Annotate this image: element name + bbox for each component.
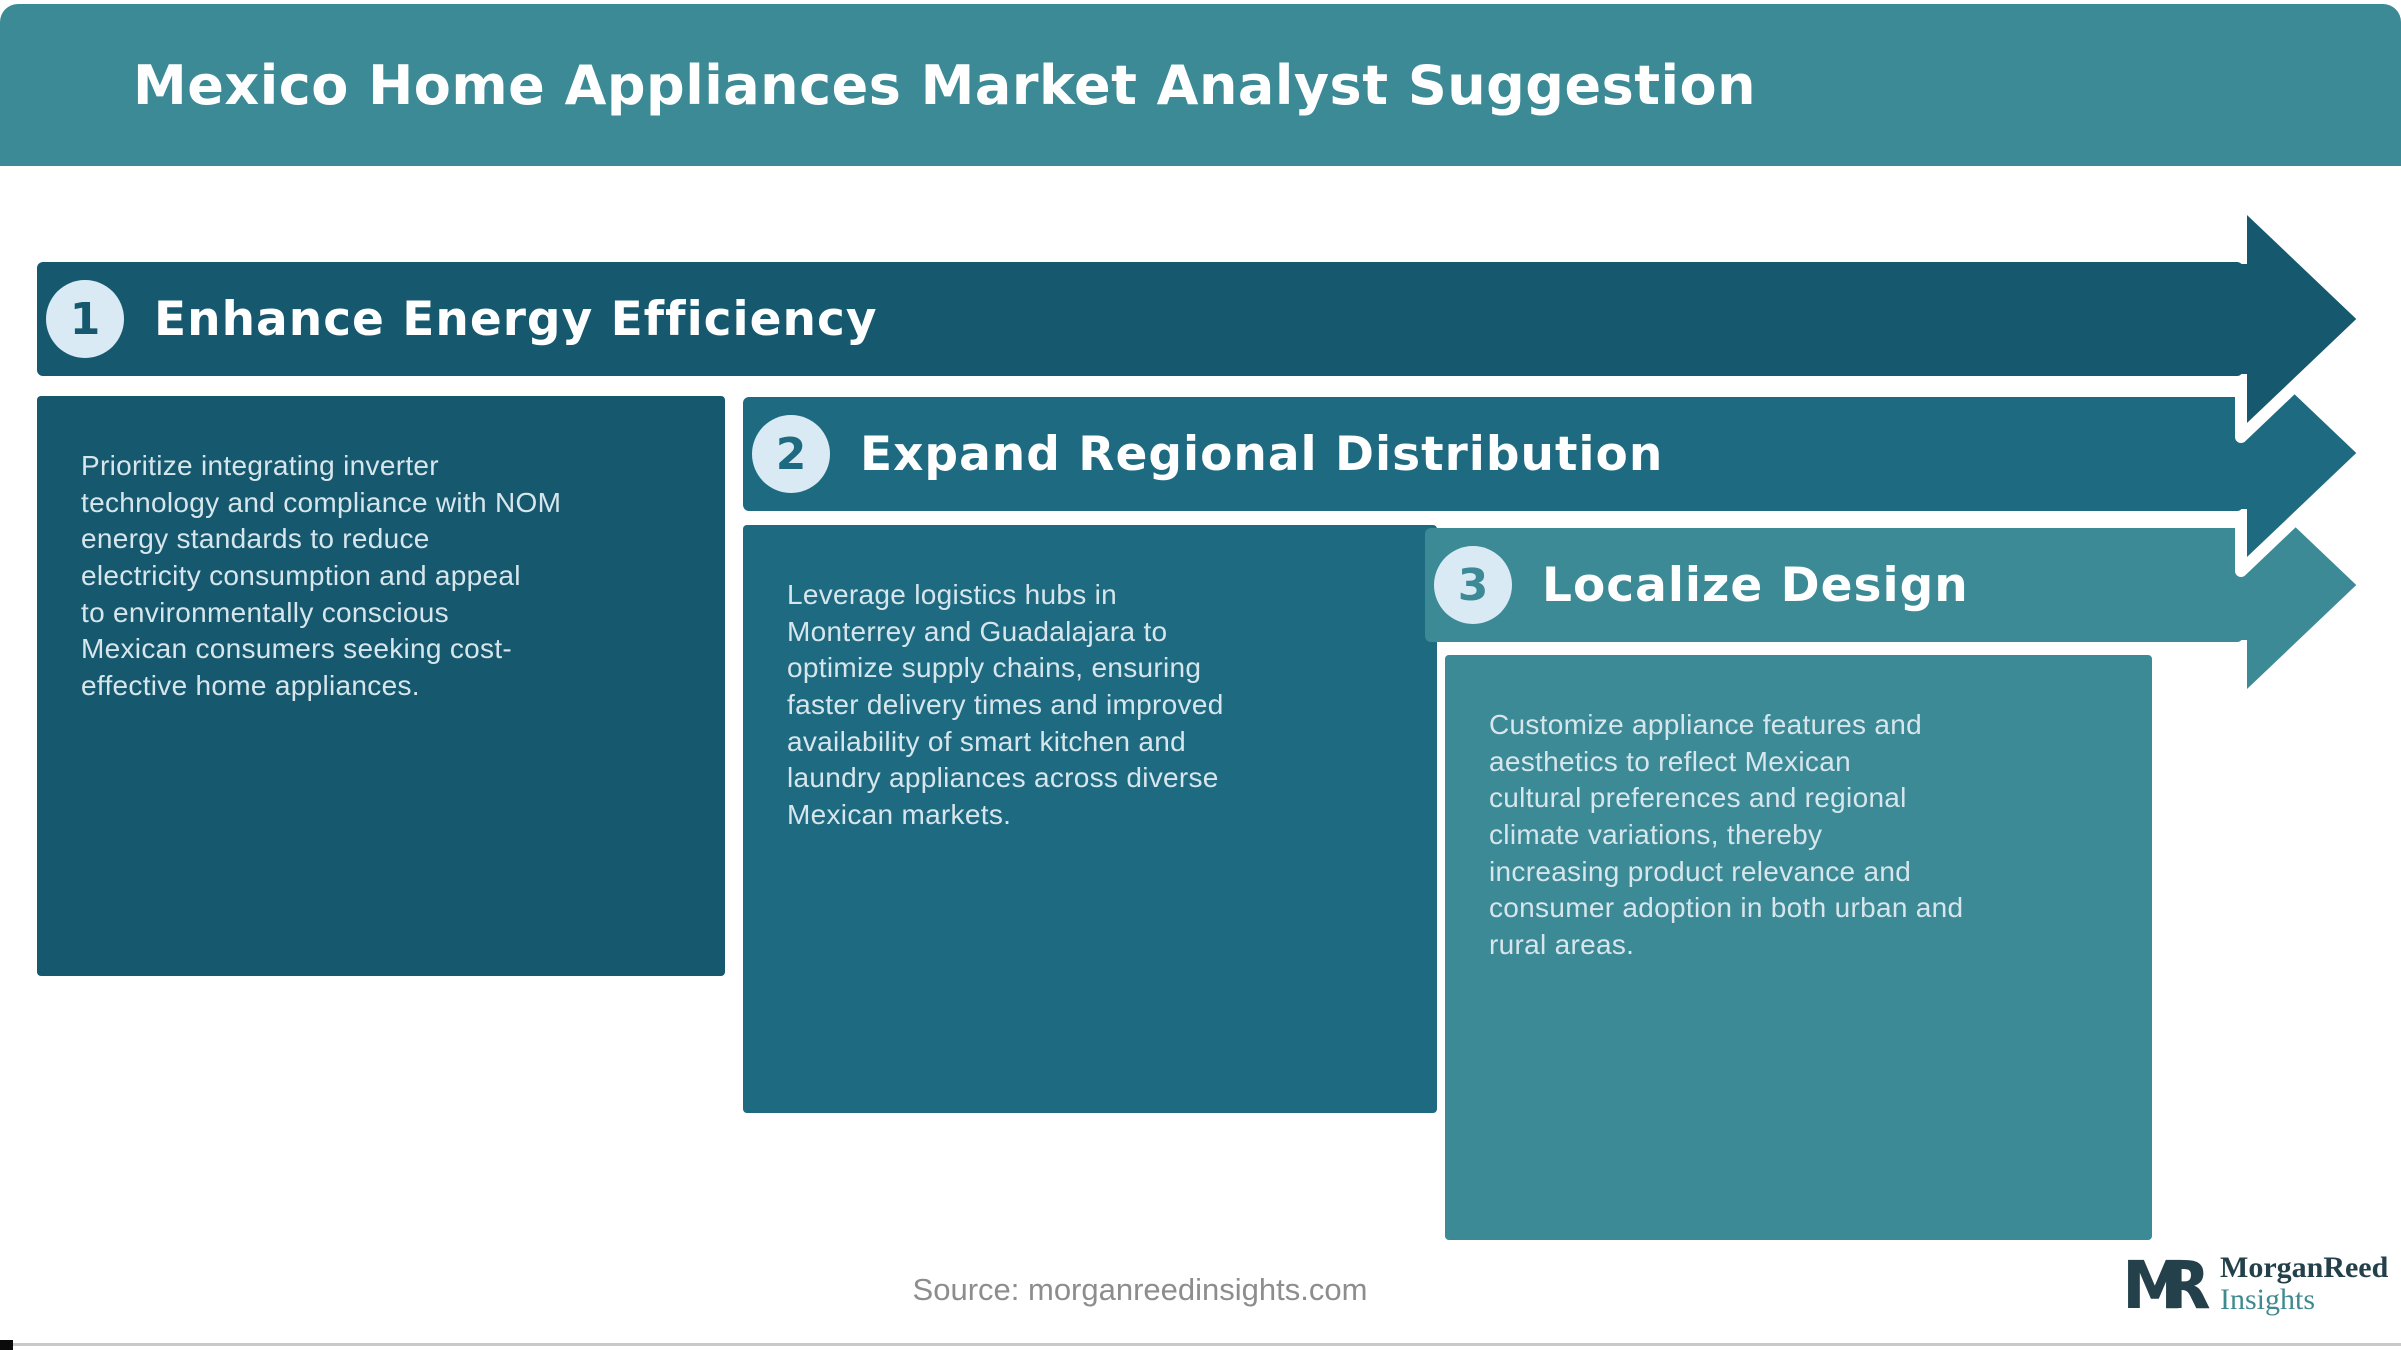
- svg-text:R: R: [2160, 1252, 2210, 1316]
- logo-name: MorganReed: [2220, 1252, 2388, 1284]
- step-description: Leverage logistics hubs in Monterrey and…: [787, 577, 1399, 834]
- header-banner: Mexico Home Appliances Market Analyst Su…: [0, 4, 2401, 166]
- step-bar: 3 Localize Design: [1425, 528, 2243, 642]
- logo-subtitle: Insights: [2220, 1284, 2388, 1316]
- step-bar: 1 Enhance Energy Efficiency: [37, 262, 2243, 376]
- screenshot-artifact: [0, 1340, 13, 1350]
- step-description-box-1: Prioritize integrating inverter technolo…: [37, 396, 725, 976]
- brand-logo: M R MorganReed Insights: [2124, 1252, 2388, 1316]
- logo-monogram-icon: M R: [2124, 1252, 2210, 1316]
- source-note: Source: morganreedinsights.com: [0, 1272, 2280, 1308]
- arrow-head-icon: [2233, 189, 2383, 449]
- infographic-slide: Mexico Home Appliances Market Analyst Su…: [0, 0, 2401, 1350]
- logo-text: MorganReed Insights: [2220, 1252, 2388, 1316]
- step-number-badge: 1: [46, 280, 124, 358]
- step-number-badge: 2: [752, 415, 830, 493]
- step-description-box-2: Leverage logistics hubs in Monterrey and…: [743, 525, 1437, 1113]
- step-description-box-3: Customize appliance features and aesthet…: [1445, 655, 2152, 1240]
- step-heading: Expand Regional Distribution: [860, 427, 1663, 482]
- step-bar: 2 Expand Regional Distribution: [743, 397, 2243, 511]
- step-description: Prioritize integrating inverter technolo…: [81, 448, 687, 705]
- bottom-border-line: [0, 1343, 2401, 1346]
- step-heading: Enhance Energy Efficiency: [154, 292, 877, 347]
- arrow-joint: [2230, 264, 2254, 374]
- step-number-badge: 3: [1434, 546, 1512, 624]
- page-title: Mexico Home Appliances Market Analyst Su…: [133, 54, 1756, 117]
- step-heading: Localize Design: [1542, 558, 1969, 613]
- step-description: Customize appliance features and aesthet…: [1489, 707, 2114, 964]
